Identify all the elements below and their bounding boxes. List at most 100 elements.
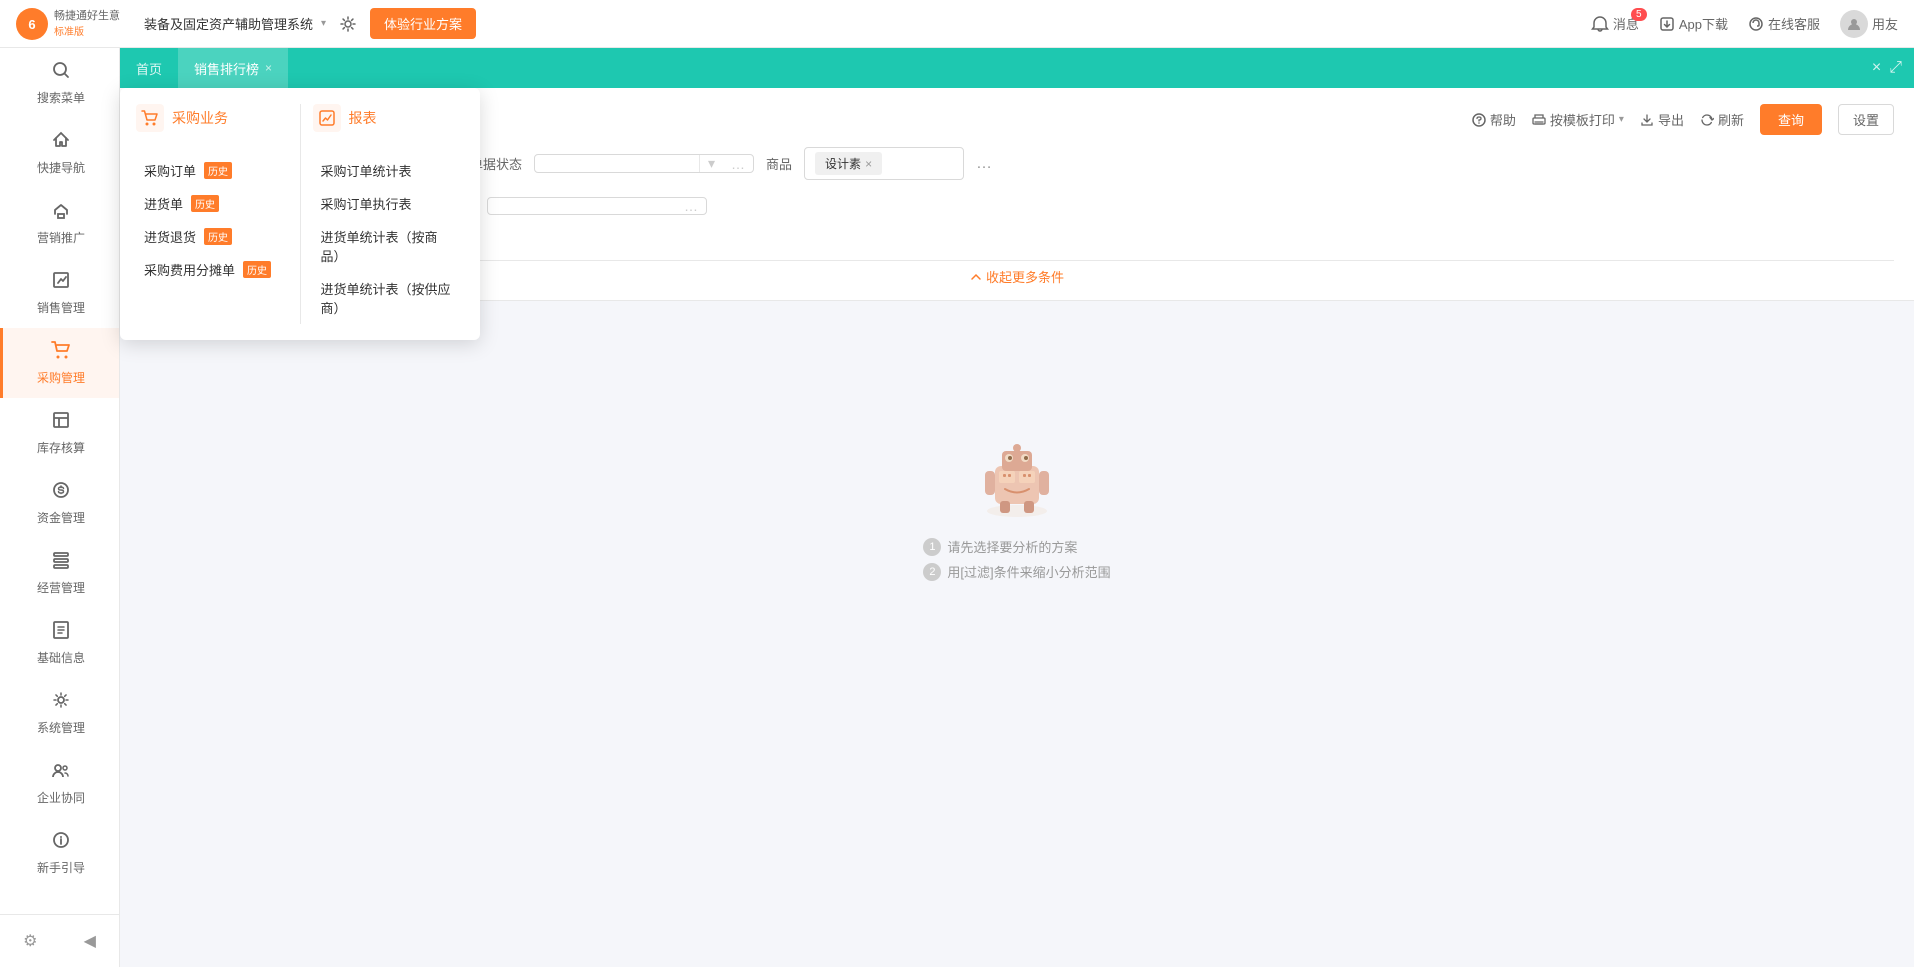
export-label: 导出 [1658,110,1684,129]
goods-label: 商品 [766,154,792,173]
empty-tip-1: 1 请先选择要分析的方案 [923,537,1110,556]
sidebar-item-cooperation[interactable]: 企业协同 [0,748,119,818]
sidebar-settings-btn[interactable]: ⚙ [19,927,41,955]
inventory-icon [51,410,71,435]
user-action[interactable]: 用友 [1840,10,1898,38]
sidebar-item-guide-label: 新手引导 [37,859,85,876]
dropdown-cols: 采购业务 采购订单 历史 进货单 历史 进货退货 历史 采购费用分摊单 历史 [136,104,464,324]
sales-icon [51,270,71,295]
user-label: 用友 [1872,14,1898,33]
tab-sales-ranking[interactable]: 销售排行榜 × [178,48,288,88]
goods-ellipsis[interactable]: … [976,155,992,173]
tab-close-btn[interactable]: × [1872,59,1881,77]
sidebar-item-finance-label: 资金管理 [37,509,85,526]
empty-tips: 1 请先选择要分析的方案 2 用[过滤]条件来缩小分析范围 [923,537,1110,581]
tip-num-1: 1 [923,538,941,556]
sidebar-item-basic-info[interactable]: 基础信息 [0,608,119,678]
sidebar-item-search[interactable]: 搜索菜单 [0,48,119,118]
message-badge: 5 [1631,8,1647,21]
select-ellipsis[interactable]: … [723,156,753,172]
system-selector[interactable]: 装备及固定资产辅助管理系统 ▾ [136,10,334,37]
query-button[interactable]: 查询 [1760,104,1822,135]
purchase-col-icon [136,104,164,132]
settings-button[interactable] [334,10,362,38]
order-stats-label: 采购订单统计表 [321,161,412,180]
sidebar-collapse-btn[interactable]: ◀ [80,927,100,955]
report-col-title: 报表 [313,104,465,140]
finance-icon [51,480,71,505]
sidebar-item-basic-info-label: 基础信息 [37,649,85,666]
home-icon [51,130,71,155]
salesperson-ellipsis[interactable]: … [676,198,706,214]
sidebar-item-system[interactable]: 系统管理 [0,678,119,748]
sidebar-item-marketing-label: 营销推广 [37,229,85,246]
purchase-order-label: 采购订单 [144,161,196,180]
menu-item-order-exec[interactable]: 采购订单执行表 [313,187,465,220]
industry-button[interactable]: 体验行业方案 [370,8,476,39]
user-avatar [1840,10,1868,38]
menu-item-return[interactable]: 进货退货 历史 [136,220,288,253]
message-action[interactable]: 5 消息 [1591,14,1639,33]
print-dropdown-icon[interactable]: ▾ [1619,114,1624,125]
goods-filter[interactable]: 设计素 × [804,147,964,180]
sidebar-item-inventory-label: 库存核算 [37,439,85,456]
header-right: 5 消息 App下载 在线客服 用友 [1591,10,1898,38]
return-label: 进货退货 [144,227,196,246]
tab-expand-btn[interactable]: ⤢ [1889,59,1902,77]
svg-text:6: 6 [28,17,35,32]
sidebar-item-guide[interactable]: 新手引导 [0,818,119,888]
sidebar-item-operations[interactable]: 经营管理 [0,538,119,608]
sidebar-item-purchase[interactable]: 采购管理 [0,328,119,398]
tab-sales-ranking-label: 销售排行榜 [194,59,259,78]
sidebar-item-nav[interactable]: 快捷导航 [0,118,119,188]
report-col-title-text: 报表 [349,108,377,128]
operations-icon [51,550,71,575]
menu-item-expense[interactable]: 采购费用分摊单 历史 [136,253,288,286]
menu-item-inbound-stats-supplier[interactable]: 进货单统计表（按供应商） [313,272,465,324]
dropdown-col-report: 报表 采购订单统计表 采购订单执行表 进货单统计表（按商品） 进货单统计表（按供… [313,104,465,324]
tab-home-label: 首页 [136,59,162,78]
dropdown-divider [300,104,301,324]
menu-item-inbound[interactable]: 进货单 历史 [136,187,288,220]
empty-state: 1 请先选择要分析的方案 2 用[过滤]条件来缩小分析范围 [120,301,1914,701]
menu-item-inbound-stats-goods[interactable]: 进货单统计表（按商品） [313,220,465,272]
order-exec-label: 采购订单执行表 [321,194,412,213]
menu-item-order-stats[interactable]: 采购订单统计表 [313,154,465,187]
sidebar-item-marketing[interactable]: 营销推广 [0,188,119,258]
salesperson-select[interactable]: … [487,197,707,215]
sidebar: 搜索菜单 快捷导航 营销推广 [0,48,120,967]
sidebar-item-sales[interactable]: 销售管理 [0,258,119,328]
sidebar-item-finance[interactable]: 资金管理 [0,468,119,538]
menu-item-purchase-order[interactable]: 采购订单 历史 [136,154,288,187]
tab-close-icon[interactable]: × [265,61,272,75]
purchase-col-title: 采购业务 [136,104,288,140]
refresh-label: 刷新 [1718,110,1744,129]
tab-home[interactable]: 首页 [120,48,178,88]
empty-illustration [967,421,1067,521]
expense-history-tag: 历史 [243,261,271,278]
app-download-action[interactable]: App下载 [1659,14,1728,33]
return-history-tag: 历史 [204,228,232,245]
export-action[interactable]: 导出 [1640,110,1684,129]
tip-num-2: 2 [923,563,941,581]
sidebar-item-inventory[interactable]: 库存核算 [0,398,119,468]
logo-text: 畅捷通好生意 标准版 [54,9,120,38]
online-service-action[interactable]: 在线客服 [1748,14,1820,33]
search-icon [51,60,71,85]
report-col-icon [313,104,341,132]
goods-tag-close[interactable]: × [865,157,872,171]
marketing-icon [51,200,71,225]
sidebar-item-cooperation-label: 企业协同 [37,789,85,806]
online-service-label: 在线客服 [1768,14,1820,33]
help-action[interactable]: 帮助 [1472,110,1516,129]
purchase-col-title-text: 采购业务 [172,108,228,128]
print-label: 按模板打印 [1550,110,1615,129]
refresh-action[interactable]: 刷新 [1700,110,1744,129]
voucher-status-select[interactable]: ▾ … [534,154,754,173]
dropdown-menu: 采购业务 采购订单 历史 进货单 历史 进货退货 历史 采购费用分摊单 历史 [120,88,480,340]
system-name: 装备及固定资产辅助管理系统 [144,14,313,33]
settings-button[interactable]: 设置 [1838,104,1894,135]
print-action[interactable]: 按模板打印 ▾ [1532,110,1624,129]
sidebar-item-operations-label: 经营管理 [37,579,85,596]
purchase-order-history-tag: 历史 [204,162,232,179]
